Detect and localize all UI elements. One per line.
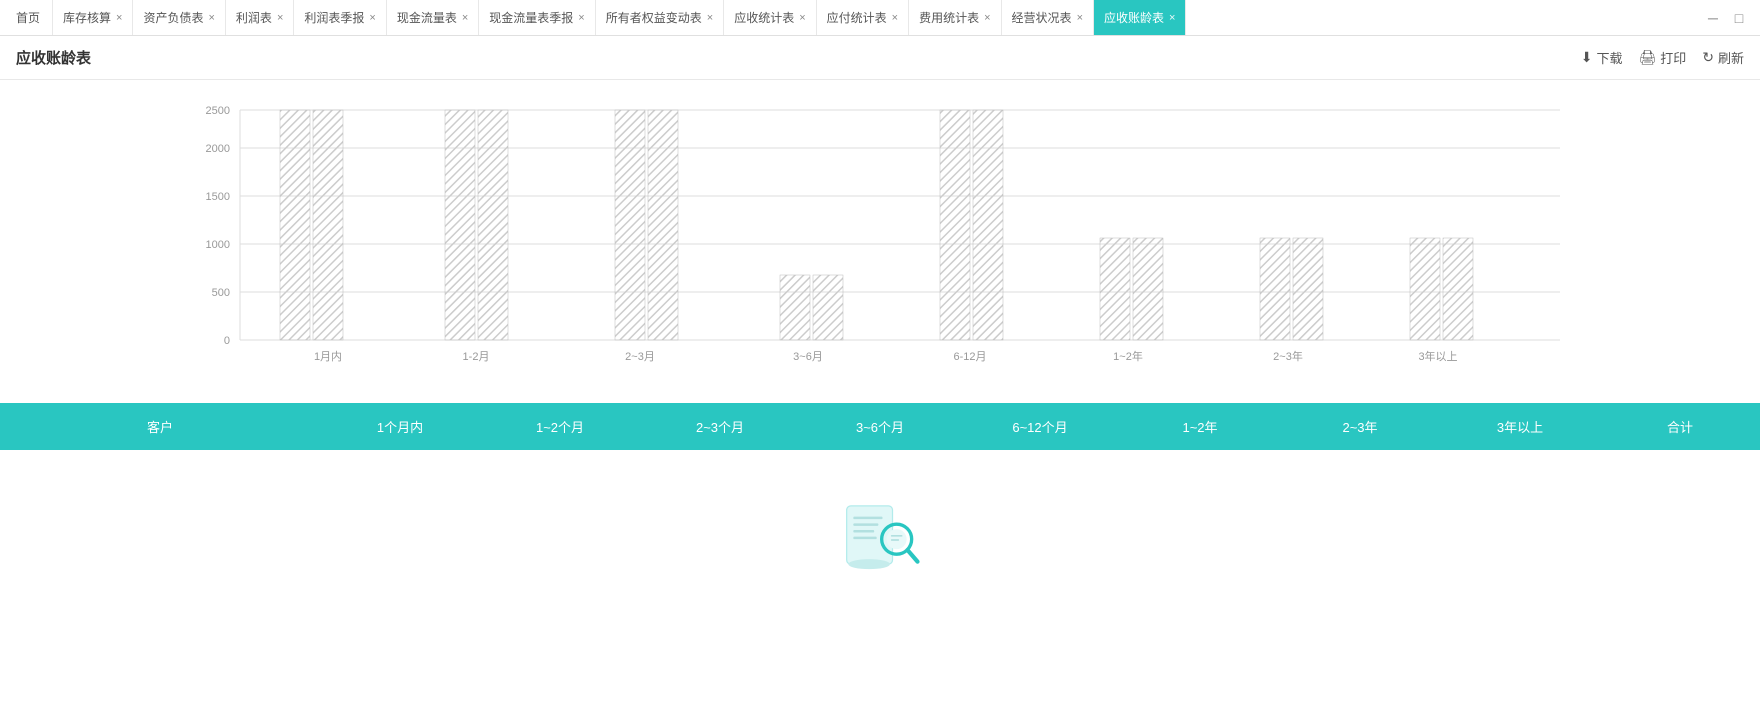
download-label: 下载 — [1596, 48, 1622, 67]
col-1-2month: 1~2个月 — [480, 403, 640, 450]
close-icon[interactable]: × — [578, 12, 584, 24]
empty-state — [0, 450, 1760, 600]
tab-balance-sheet[interactable]: 资产负债表 × — [133, 0, 225, 36]
col-1month: 1个月内 — [320, 403, 480, 450]
maximize-button[interactable]: □ — [1730, 9, 1748, 27]
close-icon[interactable]: × — [462, 12, 468, 24]
tab-ar-stat[interactable]: 应收统计表 × — [724, 0, 816, 36]
empty-illustration — [830, 490, 930, 580]
print-icon: 🖨 — [1638, 49, 1656, 66]
tab-bar: 首页 库存核算 × 资产负债表 × 利润表 × 利润表季报 × 现金流量表 × … — [0, 0, 1760, 36]
close-icon[interactable]: × — [984, 12, 990, 24]
close-icon[interactable]: × — [799, 12, 805, 24]
tab-ap-stat[interactable]: 应付统计表 × — [817, 0, 909, 36]
close-icon[interactable]: × — [1077, 12, 1083, 24]
svg-text:1500: 1500 — [206, 191, 230, 203]
table-header: 客户 1个月内 1~2个月 2~3个月 3~6个月 6~12个月 1~2年 2~… — [0, 403, 1760, 450]
chart-area: 0 500 1000 1500 2000 2500 1月内 1-2月 2~3月 … — [0, 80, 1760, 403]
bar-chart: 0 500 1000 1500 2000 2500 1月内 1-2月 2~3月 … — [40, 100, 1720, 390]
close-icon[interactable]: × — [1169, 12, 1175, 24]
col-2-3month: 2~3个月 — [640, 403, 800, 450]
tab-label: 库存核算 — [63, 9, 111, 26]
col-1-2year: 1~2年 — [1120, 403, 1280, 450]
tab-label: 现金流量表 — [397, 9, 457, 26]
tab-label: 所有者权益变动表 — [606, 9, 702, 26]
col-customer: 客户 — [0, 403, 320, 450]
close-icon[interactable]: × — [116, 12, 122, 24]
tab-label: 资产负债表 — [143, 9, 203, 26]
tab-equity[interactable]: 所有者权益变动表 × — [596, 0, 724, 36]
svg-text:1000: 1000 — [206, 239, 230, 251]
close-icon[interactable]: × — [892, 12, 898, 24]
tab-label: 费用统计表 — [919, 9, 979, 26]
svg-text:1月内: 1月内 — [314, 349, 342, 363]
col-6-12month: 6~12个月 — [960, 403, 1120, 450]
home-tab-label: 首页 — [16, 9, 40, 26]
tab-cashflow-quarterly[interactable]: 现金流量表季报 × — [479, 0, 595, 36]
tab-label: 应收账龄表 — [1104, 9, 1164, 26]
tab-expense-stat[interactable]: 费用统计表 × — [909, 0, 1001, 36]
minimize-button[interactable]: ─ — [1704, 9, 1722, 27]
svg-text:2500: 2500 — [206, 105, 230, 117]
close-icon[interactable]: × — [369, 12, 375, 24]
svg-text:500: 500 — [212, 287, 230, 299]
svg-text:2000: 2000 — [206, 143, 230, 155]
refresh-button[interactable]: ↻ 刷新 — [1702, 48, 1744, 67]
page-header: 应收账龄表 ⬇ 下载 🖨 打印 ↻ 刷新 — [0, 36, 1760, 80]
tab-profit-quarterly[interactable]: 利润表季报 × — [294, 0, 386, 36]
refresh-label: 刷新 — [1718, 48, 1744, 67]
svg-text:1~2年: 1~2年 — [1113, 349, 1143, 363]
print-label: 打印 — [1660, 48, 1686, 67]
col-3-6month: 3~6个月 — [800, 403, 960, 450]
tab-label: 经营状况表 — [1012, 9, 1072, 26]
tab-ops[interactable]: 经营状况表 × — [1002, 0, 1094, 36]
print-button[interactable]: 🖨 打印 — [1638, 48, 1686, 67]
close-icon[interactable]: × — [208, 12, 214, 24]
tab-inventory[interactable]: 库存核算 × — [53, 0, 133, 36]
tab-label: 利润表 — [236, 9, 272, 26]
main-content: 0 500 1000 1500 2000 2500 1月内 1-2月 2~3月 … — [0, 80, 1760, 720]
col-total: 合计 — [1600, 403, 1760, 450]
page-title: 应收账龄表 — [16, 47, 91, 68]
download-button[interactable]: ⬇ 下载 — [1581, 48, 1623, 67]
svg-text:3~6月: 3~6月 — [793, 351, 823, 363]
download-icon: ⬇ — [1581, 49, 1593, 66]
svg-text:6-12月: 6-12月 — [953, 351, 986, 363]
close-icon[interactable]: × — [277, 12, 283, 24]
col-3year-plus: 3年以上 — [1440, 403, 1600, 450]
svg-text:1-2月: 1-2月 — [463, 351, 490, 363]
col-2-3year: 2~3年 — [1280, 403, 1440, 450]
svg-text:3年以上: 3年以上 — [1418, 349, 1457, 363]
svg-text:2~3年: 2~3年 — [1273, 349, 1303, 363]
tab-cashflow[interactable]: 现金流量表 × — [387, 0, 479, 36]
svg-text:0: 0 — [224, 335, 230, 347]
svg-text:2~3月: 2~3月 — [625, 351, 655, 363]
tab-label: 利润表季报 — [304, 9, 364, 26]
tab-ar-aging[interactable]: 应收账龄表 × — [1094, 0, 1186, 36]
tab-label: 应付统计表 — [827, 9, 887, 26]
window-controls: ─ □ — [1704, 9, 1756, 27]
tab-label: 应收统计表 — [734, 9, 794, 26]
tab-profit[interactable]: 利润表 × — [226, 0, 294, 36]
refresh-icon: ↻ — [1702, 49, 1714, 66]
header-actions: ⬇ 下载 🖨 打印 ↻ 刷新 — [1581, 48, 1744, 67]
tab-label: 现金流量表季报 — [489, 9, 573, 26]
close-icon[interactable]: × — [707, 12, 713, 24]
tab-home[interactable]: 首页 — [4, 0, 53, 36]
